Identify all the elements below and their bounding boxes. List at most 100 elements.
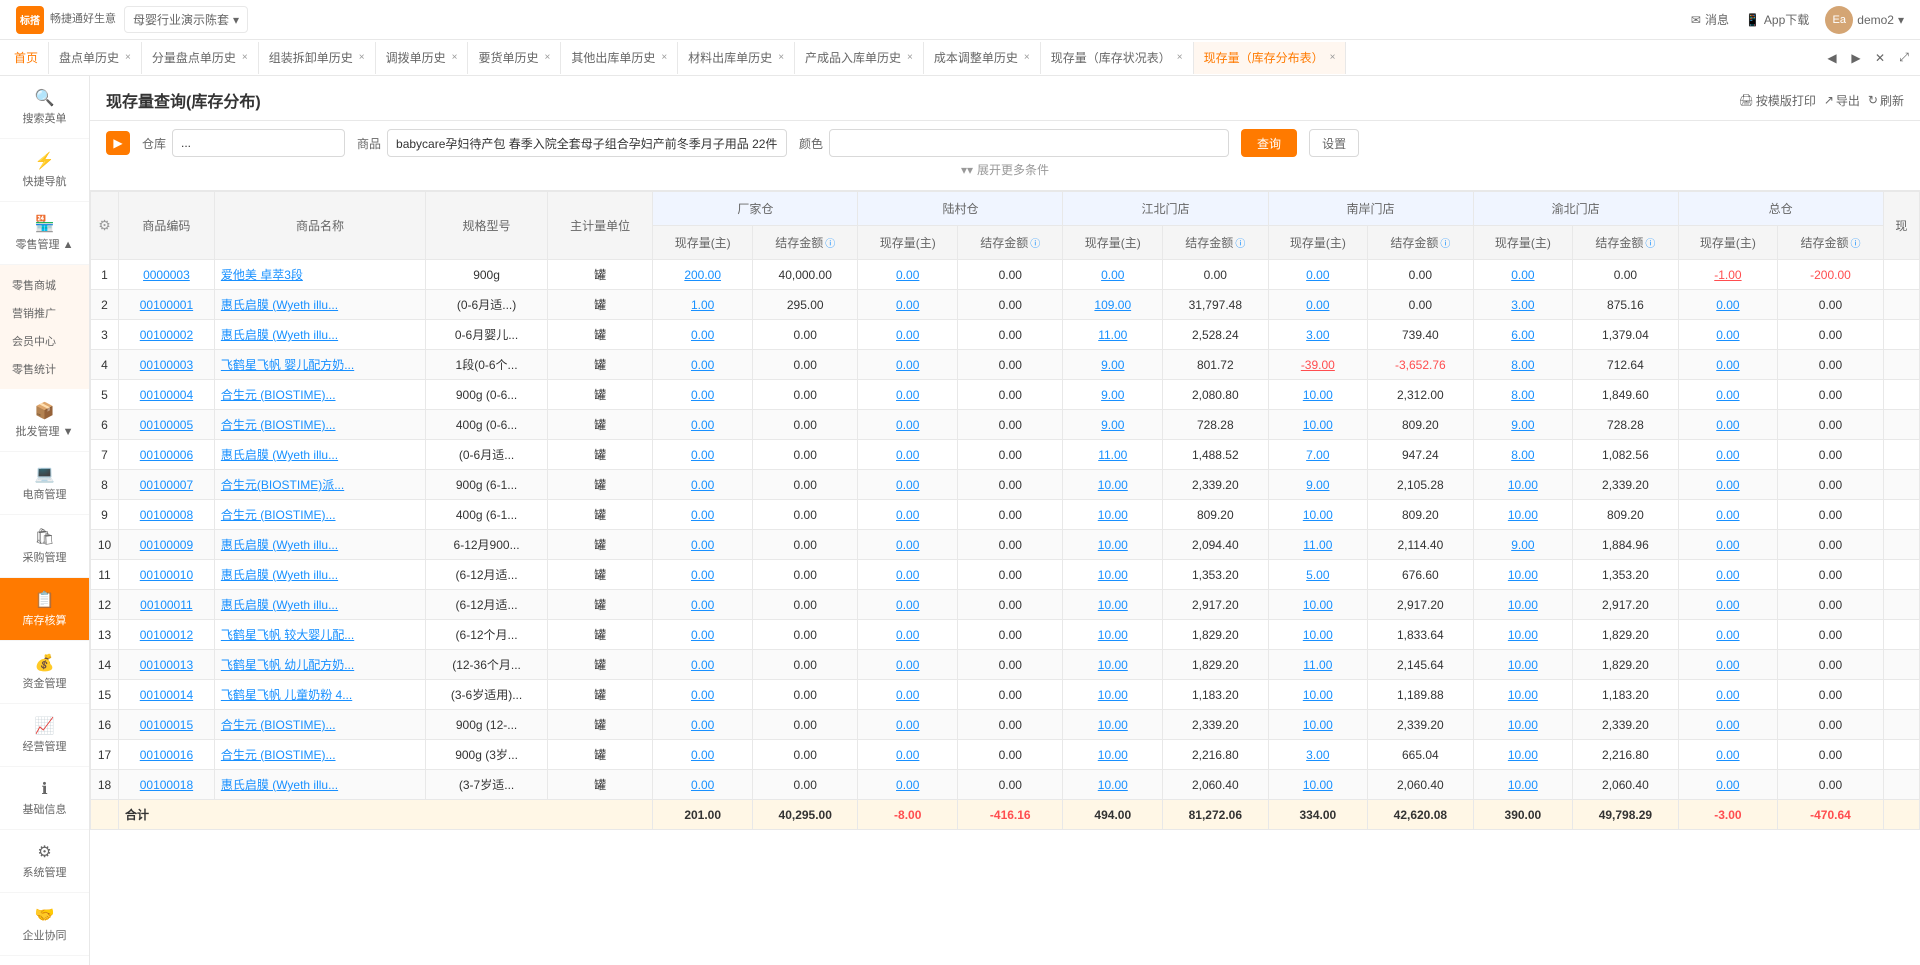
row-name[interactable]: 合生元 (BIOSTIME)... xyxy=(214,410,425,440)
goods-input[interactable] xyxy=(387,129,787,157)
row-lu-qty[interactable]: 0.00 xyxy=(858,620,958,650)
tab-home[interactable]: 首页 xyxy=(4,42,49,74)
row-lu-qty[interactable]: 0.00 xyxy=(858,470,958,500)
row-jb-qty[interactable]: 9.00 xyxy=(1063,410,1163,440)
row-yb-qty[interactable]: 9.00 xyxy=(1473,530,1573,560)
row-na-qty[interactable]: 10.00 xyxy=(1268,620,1368,650)
sidebar-item-purchase[interactable]: 🛍 采购管理 xyxy=(0,515,89,578)
close-icon[interactable]: × xyxy=(661,52,667,63)
row-lu-qty[interactable]: 0.00 xyxy=(858,590,958,620)
message-btn[interactable]: ✉ 消息 xyxy=(1691,11,1729,28)
row-jb-qty[interactable]: 10.00 xyxy=(1063,500,1163,530)
row-yb-qty[interactable]: 10.00 xyxy=(1473,740,1573,770)
row-code[interactable]: 00100016 xyxy=(119,740,215,770)
row-lu-qty[interactable]: 0.00 xyxy=(858,380,958,410)
row-total-qty[interactable]: 0.00 xyxy=(1678,620,1778,650)
row-total-qty[interactable]: 0.00 xyxy=(1678,710,1778,740)
row-yb-qty[interactable]: 10.00 xyxy=(1473,620,1573,650)
gear-icon[interactable]: ⚙ xyxy=(98,217,111,233)
row-jb-qty[interactable]: 10.00 xyxy=(1063,620,1163,650)
row-total-qty[interactable]: 0.00 xyxy=(1678,560,1778,590)
row-lu-qty[interactable]: 0.00 xyxy=(858,320,958,350)
color-input[interactable] xyxy=(829,129,1229,157)
row-fac-qty[interactable]: 0.00 xyxy=(653,740,753,770)
row-jb-qty[interactable]: 10.00 xyxy=(1063,470,1163,500)
sidebar-item-guide[interactable]: 🎯 新手引导 xyxy=(0,956,89,965)
row-lu-qty[interactable]: 0.00 xyxy=(858,680,958,710)
row-total-qty[interactable]: 0.00 xyxy=(1678,530,1778,560)
setting-button[interactable]: 设置 xyxy=(1309,129,1359,157)
sidebar-item-ecommerce[interactable]: 💻 电商管理 xyxy=(0,452,89,515)
row-jb-qty[interactable]: 10.00 xyxy=(1063,710,1163,740)
row-total-qty[interactable]: 0.00 xyxy=(1678,500,1778,530)
row-total-qty[interactable]: 0.00 xyxy=(1678,470,1778,500)
row-lu-qty[interactable]: 0.00 xyxy=(858,770,958,800)
row-name[interactable]: 飞鹤星飞帆 婴儿配方奶... xyxy=(214,350,425,380)
row-yb-qty[interactable]: 10.00 xyxy=(1473,470,1573,500)
sidebar-item-system[interactable]: ⚙ 系统管理 xyxy=(0,830,89,893)
row-fac-qty[interactable]: 0.00 xyxy=(653,650,753,680)
row-na-qty[interactable]: 10.00 xyxy=(1268,710,1368,740)
row-code[interactable]: 00100009 xyxy=(119,530,215,560)
tab-order-history[interactable]: 要货单历史 × xyxy=(468,42,561,74)
row-total-qty[interactable]: 0.00 xyxy=(1678,590,1778,620)
row-code[interactable]: 00100007 xyxy=(119,470,215,500)
export-btn[interactable]: ↗ 导出 xyxy=(1824,92,1860,109)
row-code[interactable]: 00100006 xyxy=(119,440,215,470)
sidebar-item-cooperation[interactable]: 🤝 企业协同 xyxy=(0,893,89,956)
tab-other-out-history[interactable]: 其他出库单历史 × xyxy=(561,42,678,74)
row-jb-qty[interactable]: 9.00 xyxy=(1063,380,1163,410)
row-code[interactable]: 0000003 xyxy=(119,260,215,290)
row-name[interactable]: 惠氏启膜 (Wyeth illu... xyxy=(214,440,425,470)
row-total-qty[interactable]: 0.00 xyxy=(1678,410,1778,440)
row-na-qty[interactable]: 10.00 xyxy=(1268,680,1368,710)
row-jb-qty[interactable]: 109.00 xyxy=(1063,290,1163,320)
row-name[interactable]: 合生元 (BIOSTIME)... xyxy=(214,500,425,530)
close-icon[interactable]: × xyxy=(242,52,248,63)
row-jb-qty[interactable]: 10.00 xyxy=(1063,740,1163,770)
row-fac-qty[interactable]: 0.00 xyxy=(653,470,753,500)
row-fac-qty[interactable]: 0.00 xyxy=(653,380,753,410)
sidebar-item-inventory[interactable]: 📋 库存核算 xyxy=(0,578,89,641)
row-jb-qty[interactable]: 9.00 xyxy=(1063,350,1163,380)
row-jb-qty[interactable]: 10.00 xyxy=(1063,770,1163,800)
nav-next-arrow[interactable]: ▶ xyxy=(1844,42,1868,74)
tab-inventory-history[interactable]: 盘点单历史 × xyxy=(49,42,142,74)
tab-stock-status[interactable]: 现存量（库存状况表）× xyxy=(1041,42,1194,74)
row-na-qty[interactable]: -39.00 xyxy=(1268,350,1368,380)
row-na-qty[interactable]: 0.00 xyxy=(1268,290,1368,320)
refresh-btn[interactable]: ↻ 刷新 xyxy=(1868,92,1904,109)
row-lu-qty[interactable]: 0.00 xyxy=(858,500,958,530)
row-code[interactable]: 00100003 xyxy=(119,350,215,380)
row-na-qty[interactable]: 10.00 xyxy=(1268,380,1368,410)
row-yb-qty[interactable]: 10.00 xyxy=(1473,680,1573,710)
row-yb-qty[interactable]: 9.00 xyxy=(1473,410,1573,440)
tab-transfer-history[interactable]: 调拨单历史 × xyxy=(376,42,469,74)
row-jb-qty[interactable]: 10.00 xyxy=(1063,560,1163,590)
row-na-qty[interactable]: 9.00 xyxy=(1268,470,1368,500)
close-icon[interactable]: × xyxy=(1177,52,1183,63)
tab-cost-adjust-history[interactable]: 成本调整单历史 × xyxy=(924,42,1041,74)
row-lu-qty[interactable]: 0.00 xyxy=(858,440,958,470)
row-lu-qty[interactable]: 0.00 xyxy=(858,410,958,440)
row-yb-qty[interactable]: 10.00 xyxy=(1473,560,1573,590)
row-name[interactable]: 合生元(BIOSTIME)派... xyxy=(214,470,425,500)
tab-stock-distribution[interactable]: 现存量（库存分布表）× xyxy=(1194,42,1347,74)
row-total-qty[interactable]: 0.00 xyxy=(1678,290,1778,320)
row-fac-qty[interactable]: 0.00 xyxy=(653,500,753,530)
close-icon[interactable]: × xyxy=(359,52,365,63)
row-total-qty[interactable]: 0.00 xyxy=(1678,740,1778,770)
row-fac-qty[interactable]: 0.00 xyxy=(653,560,753,590)
row-fac-qty[interactable]: 0.00 xyxy=(653,410,753,440)
row-name[interactable]: 惠氏启膜 (Wyeth illu... xyxy=(214,530,425,560)
row-name[interactable]: 飞鹤星飞帆 儿童奶粉 4... xyxy=(214,680,425,710)
row-code[interactable]: 00100015 xyxy=(119,710,215,740)
row-fac-qty[interactable]: 0.00 xyxy=(653,440,753,470)
row-fac-qty[interactable]: 0.00 xyxy=(653,320,753,350)
sidebar-sub-retail-stats[interactable]: 零售统计 xyxy=(0,355,89,383)
row-lu-qty[interactable]: 0.00 xyxy=(858,350,958,380)
row-name[interactable]: 合生元 (BIOSTIME)... xyxy=(214,380,425,410)
sidebar-sub-retail-mall[interactable]: 零售商城 xyxy=(0,271,89,299)
row-total-qty[interactable]: 0.00 xyxy=(1678,380,1778,410)
nav-prev-arrow[interactable]: ◀ xyxy=(1820,42,1844,74)
